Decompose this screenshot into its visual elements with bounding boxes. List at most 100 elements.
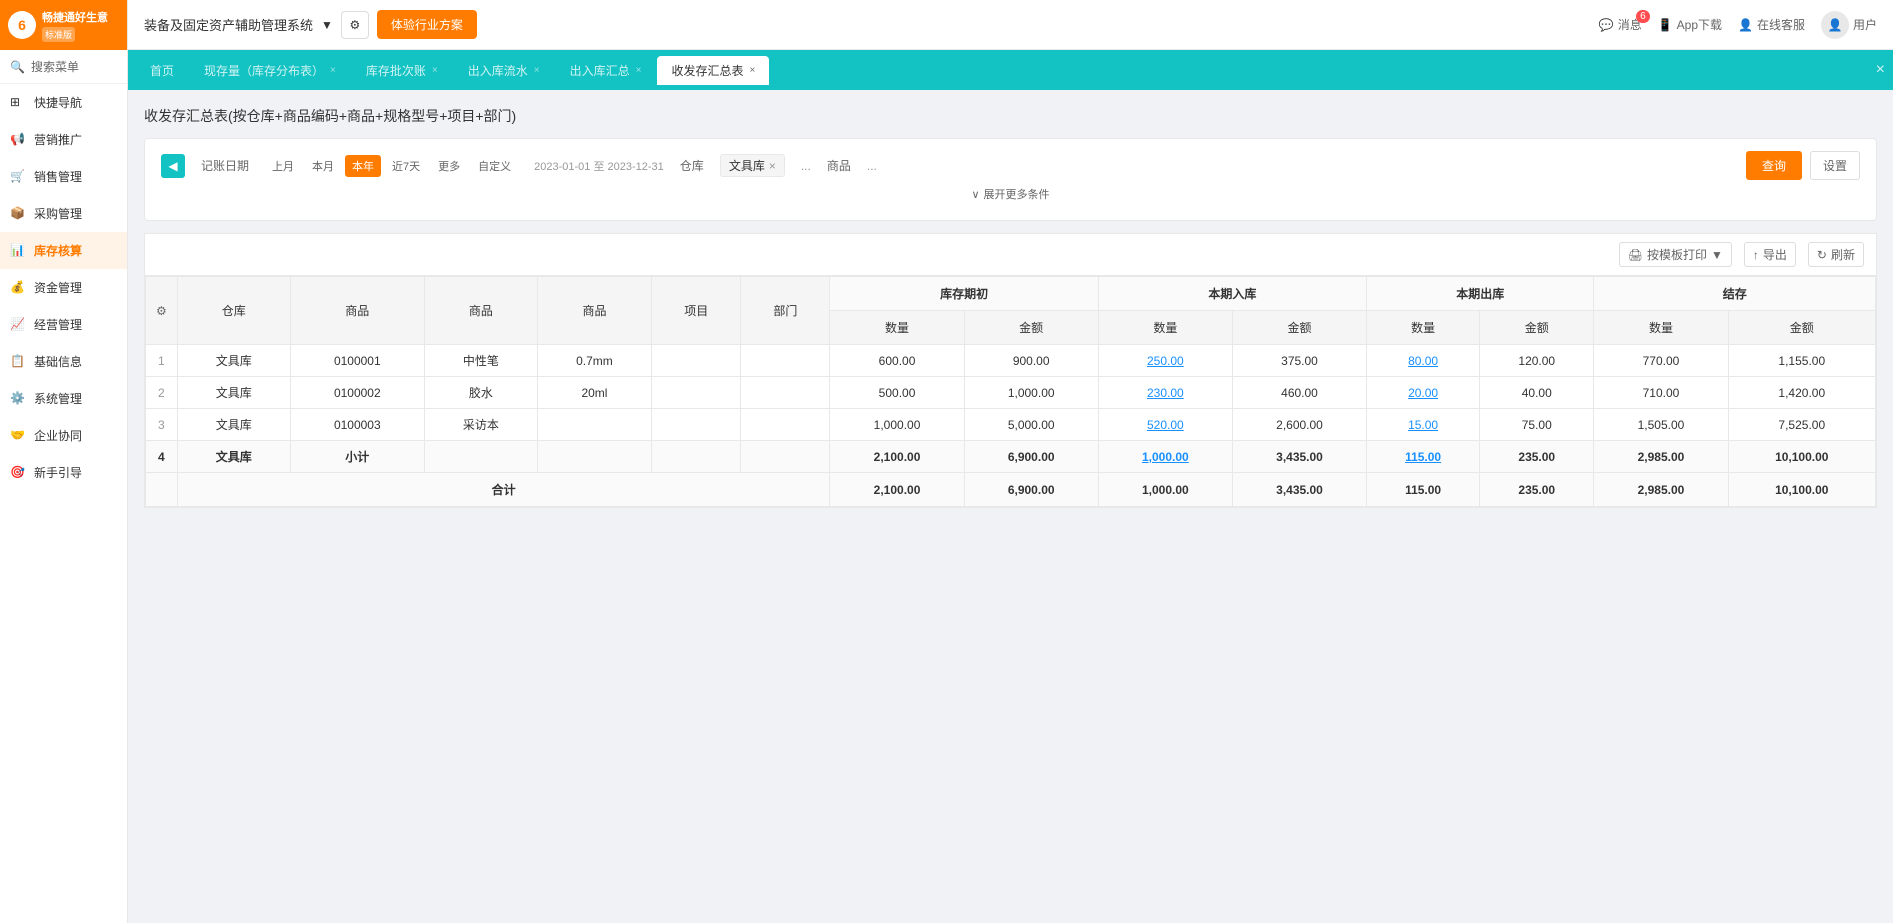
- try-solution-button[interactable]: 体验行业方案: [377, 10, 477, 39]
- total-closing-amt: 10,100.00: [1728, 473, 1875, 507]
- sidebar-item-base-info[interactable]: 📋 基础信息: [0, 343, 127, 380]
- expand-more-row[interactable]: ∨ 展开更多条件: [161, 180, 1860, 208]
- row-project-2: [652, 377, 741, 409]
- sidebar-item-inventory[interactable]: 📊 库存核算: [0, 232, 127, 269]
- tab-home[interactable]: 首页: [136, 56, 188, 85]
- sidebar-logo: 6 畅捷通好生意 标准版: [0, 0, 127, 50]
- row-opening-qty-1: 600.00: [830, 345, 964, 377]
- date-btn-this-month[interactable]: 本月: [305, 155, 341, 177]
- row-name-1: 中性笔: [424, 345, 537, 377]
- system-dropdown[interactable]: ▼: [321, 18, 333, 32]
- export-icon: ↑: [1753, 248, 1759, 262]
- row-out-qty-1[interactable]: 80.00: [1367, 345, 1480, 377]
- subtotal-out-amt: 235.00: [1480, 441, 1594, 473]
- subtotal-closing-qty: 2,985.00: [1594, 441, 1728, 473]
- sidebar-item-system[interactable]: ⚙️ 系统管理: [0, 380, 127, 417]
- product-more[interactable]: ...: [867, 159, 877, 173]
- date-btn-this-year[interactable]: 本年: [345, 155, 381, 177]
- row-opening-amt-1: 900.00: [964, 345, 1098, 377]
- tab-close-inout-flow[interactable]: ×: [534, 65, 540, 76]
- subtotal-out-qty[interactable]: 115.00: [1367, 441, 1480, 473]
- sidebar-item-purchase[interactable]: 📦 采购管理: [0, 195, 127, 232]
- print-button[interactable]: 🖨 按模板打印 ▼: [1619, 242, 1732, 267]
- date-shortcuts: 上月 本月 本年 近7天 更多 自定义: [265, 155, 518, 177]
- nav-icon-quick: ⊞: [10, 95, 26, 111]
- chevron-down-icon: ▼: [321, 18, 333, 32]
- date-btn-more[interactable]: 更多: [431, 155, 467, 177]
- export-button[interactable]: ↑ 导出: [1744, 242, 1796, 267]
- date-range-text: 2023-01-01 至 2023-12-31: [534, 158, 664, 174]
- warehouse-tag-remove[interactable]: ×: [769, 159, 776, 173]
- total-empty1: [146, 473, 178, 507]
- date-btn-7days[interactable]: 近7天: [385, 155, 427, 177]
- subtotal-col5: [652, 441, 741, 473]
- row-opening-qty-2: 500.00: [830, 377, 964, 409]
- subtotal-num: 4: [146, 441, 178, 473]
- row-num-1: 1: [146, 345, 178, 377]
- subtotal-in-amt: 3,435.00: [1232, 441, 1366, 473]
- service-icon: 👤: [1738, 18, 1753, 32]
- tab-inout-summary[interactable]: 出入库汇总 ×: [556, 56, 656, 85]
- sidebar-item-cooperation[interactable]: 🤝 企业协同: [0, 417, 127, 454]
- page-content: 收发存汇总表(按仓库+商品编码+商品+规格型号+项目+部门) ◀ 记账日期 上月…: [128, 90, 1893, 923]
- col-out-qty: 数量: [1367, 311, 1480, 345]
- row-in-amt-1: 375.00: [1232, 345, 1366, 377]
- row-in-qty-2[interactable]: 230.00: [1098, 377, 1232, 409]
- close-all-tabs[interactable]: ×: [1876, 61, 1885, 79]
- tab-close-inventory-dist[interactable]: ×: [330, 65, 336, 76]
- sidebar-item-guide[interactable]: 🎯 新手引导: [0, 454, 127, 491]
- tab-bar: 首页 现存量（库存分布表） × 库存批次账 × 出入库流水 × 出入库汇总 × …: [128, 50, 1893, 90]
- sidebar-item-quick-nav[interactable]: ⊞ 快捷导航: [0, 84, 127, 121]
- warehouse-more[interactable]: ...: [801, 159, 811, 173]
- tab-inventory-dist[interactable]: 现存量（库存分布表） ×: [190, 56, 350, 85]
- user-action[interactable]: 👤 用户: [1821, 11, 1877, 39]
- col-settings-header[interactable]: ⚙: [146, 277, 178, 345]
- row-dept-1: [741, 345, 830, 377]
- tab-close-stock-summary[interactable]: ×: [749, 65, 755, 76]
- refresh-button[interactable]: ↻ 刷新: [1808, 242, 1864, 267]
- sidebar-item-operations[interactable]: 📈 经营管理: [0, 306, 127, 343]
- message-action[interactable]: 💬 消息 6: [1599, 16, 1642, 33]
- date-btn-last-month[interactable]: 上月: [265, 155, 301, 177]
- subtotal-in-qty[interactable]: 1,000.00: [1098, 441, 1232, 473]
- setting-button[interactable]: 设置: [1810, 151, 1860, 180]
- subtotal-opening-qty: 2,100.00: [830, 441, 964, 473]
- row-closing-qty-1: 770.00: [1594, 345, 1728, 377]
- message-badge: 6: [1636, 10, 1650, 23]
- row-in-amt-2: 460.00: [1232, 377, 1366, 409]
- sidebar-item-sales[interactable]: 🛒 销售管理: [0, 158, 127, 195]
- row-out-qty-2[interactable]: 20.00: [1367, 377, 1480, 409]
- row-warehouse-1: 文具库: [177, 345, 290, 377]
- row-closing-qty-3: 1,505.00: [1594, 409, 1728, 441]
- tab-close-batch-ledger[interactable]: ×: [432, 65, 438, 76]
- chevron-down-icon-print: ▼: [1711, 248, 1723, 262]
- tab-inout-flow[interactable]: 出入库流水 ×: [454, 56, 554, 85]
- col-name-header: 商品: [424, 277, 537, 345]
- sidebar-nav: ⊞ 快捷导航 📢 营销推广 🛒 销售管理 📦 采购管理 📊 库存核算 💰 资金管…: [0, 84, 127, 923]
- search-icon: 🔍: [10, 60, 25, 74]
- row-dept-2: [741, 377, 830, 409]
- sidebar-item-marketing[interactable]: 📢 营销推广: [0, 121, 127, 158]
- row-out-qty-3[interactable]: 15.00: [1367, 409, 1480, 441]
- online-service-action[interactable]: 👤 在线客服: [1738, 16, 1805, 33]
- row-in-qty-3[interactable]: 520.00: [1098, 409, 1232, 441]
- tab-close-inout-summary[interactable]: ×: [636, 65, 642, 76]
- header-left: 装备及固定资产辅助管理系统 ▼ ⚙ 体验行业方案: [144, 10, 477, 39]
- filter-expand-button[interactable]: ◀: [161, 154, 185, 178]
- sidebar: 6 畅捷通好生意 标准版 🔍 搜索菜单 ⊞ 快捷导航 📢 营销推广 🛒 销售管理…: [0, 0, 128, 923]
- row-out-amt-3: 75.00: [1480, 409, 1594, 441]
- settings-button[interactable]: ⚙: [341, 11, 369, 39]
- row-in-qty-1[interactable]: 250.00: [1098, 345, 1232, 377]
- app-download-action[interactable]: 📱 App下载: [1658, 16, 1722, 33]
- tab-stock-summary[interactable]: 收发存汇总表 ×: [657, 56, 769, 85]
- row-opening-amt-2: 1,000.00: [964, 377, 1098, 409]
- nav-icon-operations: 📈: [10, 317, 26, 333]
- date-btn-custom[interactable]: 自定义: [471, 155, 518, 177]
- tab-batch-ledger[interactable]: 库存批次账 ×: [352, 56, 452, 85]
- table-settings-icon[interactable]: ⚙: [156, 304, 167, 318]
- search-menu[interactable]: 🔍 搜索菜单: [0, 50, 127, 84]
- filter-action-buttons: 查询 设置: [1746, 151, 1860, 180]
- nav-icon-sales: 🛒: [10, 169, 26, 185]
- sidebar-item-finance[interactable]: 💰 资金管理: [0, 269, 127, 306]
- query-button[interactable]: 查询: [1746, 151, 1802, 180]
